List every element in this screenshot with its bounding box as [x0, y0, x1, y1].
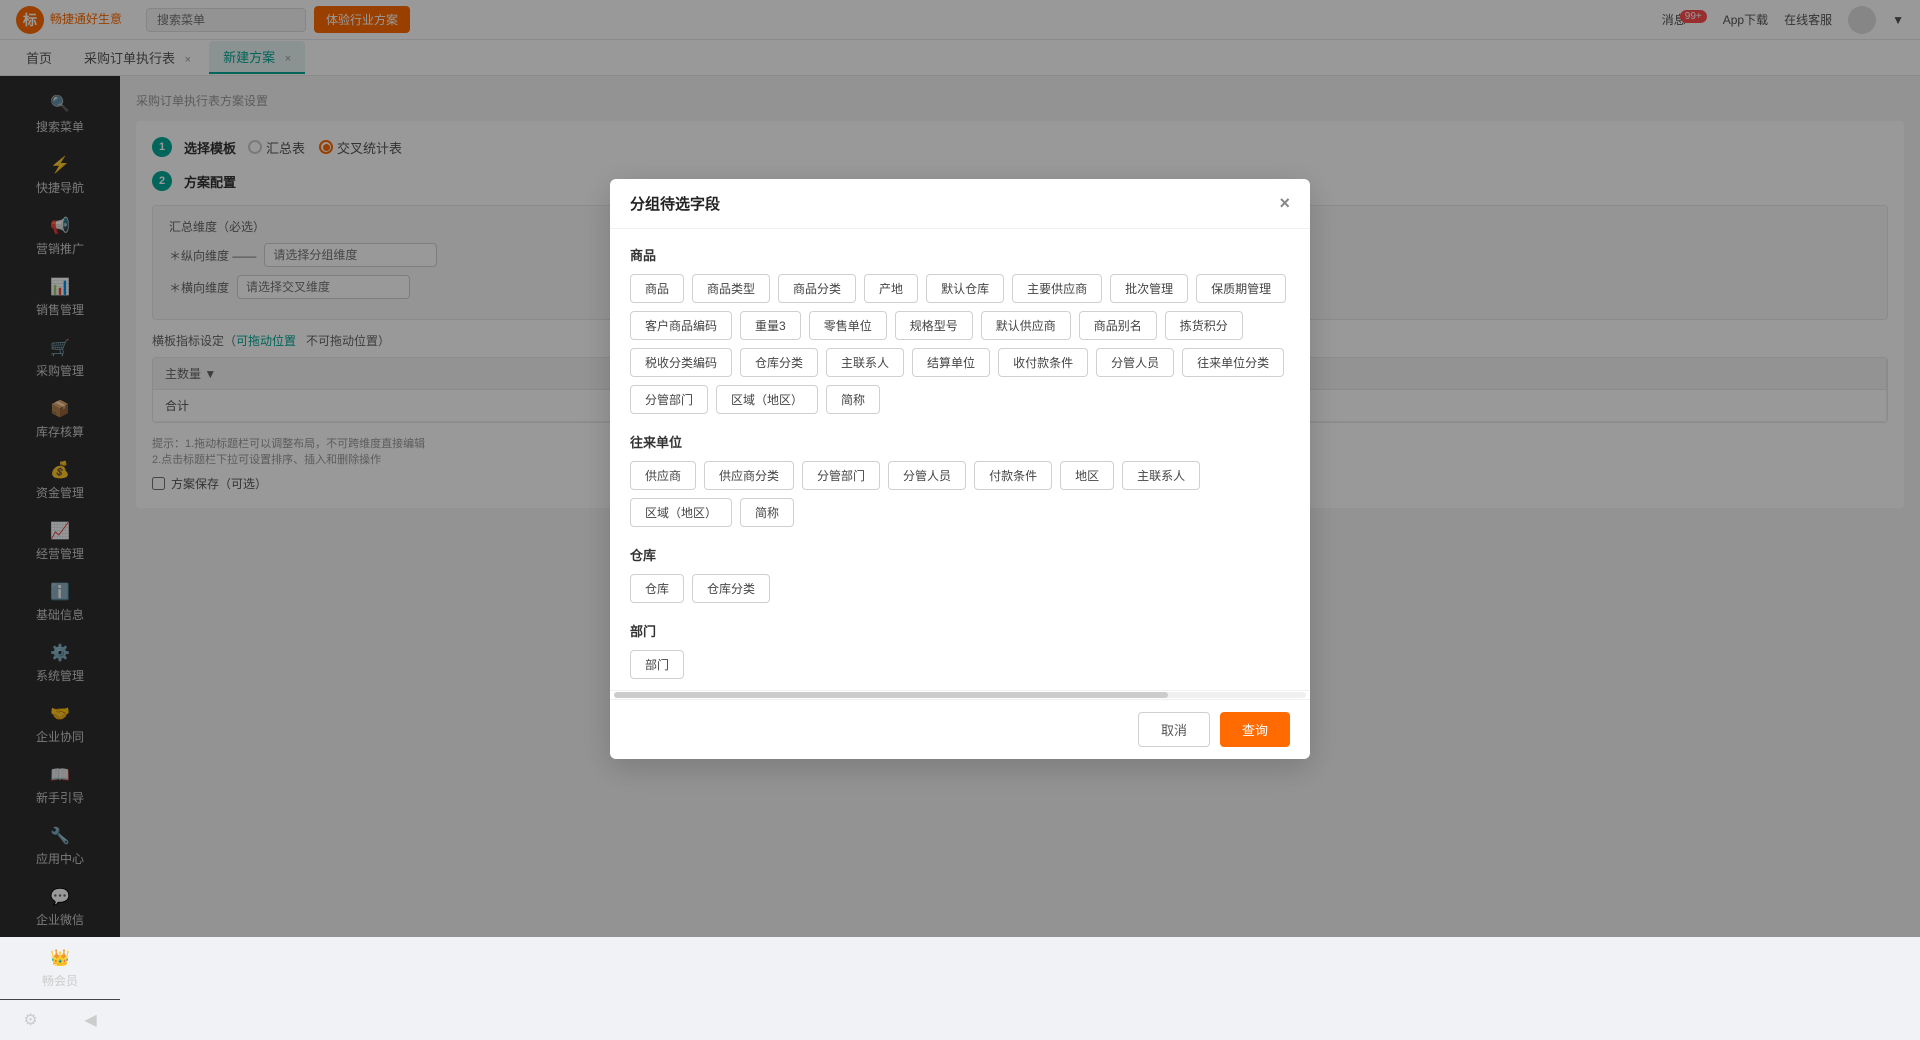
field-spec-model[interactable]: 规格型号 — [895, 311, 973, 340]
field-partner-supervisor[interactable]: 分管人员 — [888, 461, 966, 490]
field-dept[interactable]: 部门 — [630, 650, 684, 679]
field-main-supplier[interactable]: 主要供应商 — [1012, 274, 1102, 303]
warehouse-fields: 仓库 仓库分类 — [630, 574, 1290, 603]
field-warehouse-cat[interactable]: 仓库分类 — [740, 348, 818, 377]
field-product-type[interactable]: 商品类型 — [692, 274, 770, 303]
sidebar-label-vip: 畅会员 — [42, 972, 78, 989]
field-tax-code[interactable]: 税收分类编码 — [630, 348, 732, 377]
field-main-contact[interactable]: 主联系人 — [826, 348, 904, 377]
sidebar-item-vip[interactable]: 👑 畅会员 — [0, 938, 120, 999]
vip-icon: 👑 — [50, 948, 70, 968]
field-partner-cat[interactable]: 往来单位分类 — [1182, 348, 1284, 377]
field-region[interactable]: 区域（地区） — [716, 385, 818, 414]
product-fields: 商品 商品类型 商品分类 产地 默认仓库 主要供应商 批次管理 保质期管理 客户… — [630, 274, 1290, 414]
section-partner: 往来单位 供应商 供应商分类 分管部门 分管人员 付款条件 地区 主联系人 区域… — [630, 432, 1290, 527]
field-partner-abbr[interactable]: 简称 — [740, 498, 794, 527]
modal-footer: 取消 查询 — [610, 699, 1310, 759]
field-wh[interactable]: 仓库 — [630, 574, 684, 603]
field-partner-region[interactable]: 区域（地区） — [630, 498, 732, 527]
field-supplier-cat[interactable]: 供应商分类 — [704, 461, 794, 490]
field-product-alias[interactable]: 商品别名 — [1079, 311, 1157, 340]
section-partner-title: 往来单位 — [630, 432, 1290, 451]
modal-overlay: 分组待选字段 × 商品 商品 商品类型 商品分类 产地 默认仓库 主要供应商 批… — [0, 0, 1920, 937]
field-wh-cat[interactable]: 仓库分类 — [692, 574, 770, 603]
field-supplier[interactable]: 供应商 — [630, 461, 696, 490]
field-shelf-life[interactable]: 保质期管理 — [1196, 274, 1286, 303]
modal-title: 分组待选字段 — [630, 193, 720, 214]
field-supervisor[interactable]: 分管人员 — [1096, 348, 1174, 377]
modal-hscroll-thumb — [614, 692, 1168, 698]
section-product-title: 商品 — [630, 245, 1290, 264]
section-warehouse: 仓库 仓库 仓库分类 — [630, 545, 1290, 603]
section-dept: 部门 部门 — [630, 621, 1290, 679]
field-area[interactable]: 地区 — [1060, 461, 1114, 490]
dept-fields: 部门 — [630, 650, 1290, 679]
sidebar-collapse-icon[interactable]: ◀ — [84, 1010, 96, 1030]
section-product: 商品 商品 商品类型 商品分类 产地 默认仓库 主要供应商 批次管理 保质期管理… — [630, 245, 1290, 414]
field-partner-contact[interactable]: 主联系人 — [1122, 461, 1200, 490]
sidebar-bottom: ⚙ ◀ — [0, 999, 120, 1040]
modal-hscroll-track — [614, 692, 1306, 698]
partner-fields: 供应商 供应商分类 分管部门 分管人员 付款条件 地区 主联系人 区域（地区） … — [630, 461, 1290, 527]
field-payment-terms[interactable]: 收付款条件 — [998, 348, 1088, 377]
cancel-button[interactable]: 取消 — [1138, 712, 1210, 747]
modal-close-btn[interactable]: × — [1279, 194, 1290, 212]
field-partner-dept[interactable]: 分管部门 — [802, 461, 880, 490]
field-product[interactable]: 商品 — [630, 274, 684, 303]
field-default-warehouse[interactable]: 默认仓库 — [926, 274, 1004, 303]
field-settle-unit[interactable]: 结算单位 — [912, 348, 990, 377]
field-retail-unit[interactable]: 零售单位 — [809, 311, 887, 340]
field-abbr[interactable]: 简称 — [826, 385, 880, 414]
field-weight3[interactable]: 重量3 — [740, 311, 801, 340]
field-dept-managed[interactable]: 分管部门 — [630, 385, 708, 414]
modal-header: 分组待选字段 × — [610, 179, 1310, 229]
section-warehouse-title: 仓库 — [630, 545, 1290, 564]
field-pick-points[interactable]: 拣货积分 — [1165, 311, 1243, 340]
field-batch-mgmt[interactable]: 批次管理 — [1110, 274, 1188, 303]
field-default-supplier[interactable]: 默认供应商 — [981, 311, 1071, 340]
field-product-category[interactable]: 商品分类 — [778, 274, 856, 303]
modal-body: 商品 商品 商品类型 商品分类 产地 默认仓库 主要供应商 批次管理 保质期管理… — [610, 229, 1310, 691]
confirm-button[interactable]: 查询 — [1220, 712, 1290, 747]
field-payment-cond[interactable]: 付款条件 — [974, 461, 1052, 490]
modal-field-select: 分组待选字段 × 商品 商品 商品类型 商品分类 产地 默认仓库 主要供应商 批… — [610, 179, 1310, 759]
sidebar-settings-icon[interactable]: ⚙ — [23, 1010, 37, 1030]
section-dept-title: 部门 — [630, 621, 1290, 640]
field-customer-code[interactable]: 客户商品编码 — [630, 311, 732, 340]
field-origin[interactable]: 产地 — [864, 274, 918, 303]
modal-hscroll-area[interactable] — [610, 690, 1310, 698]
